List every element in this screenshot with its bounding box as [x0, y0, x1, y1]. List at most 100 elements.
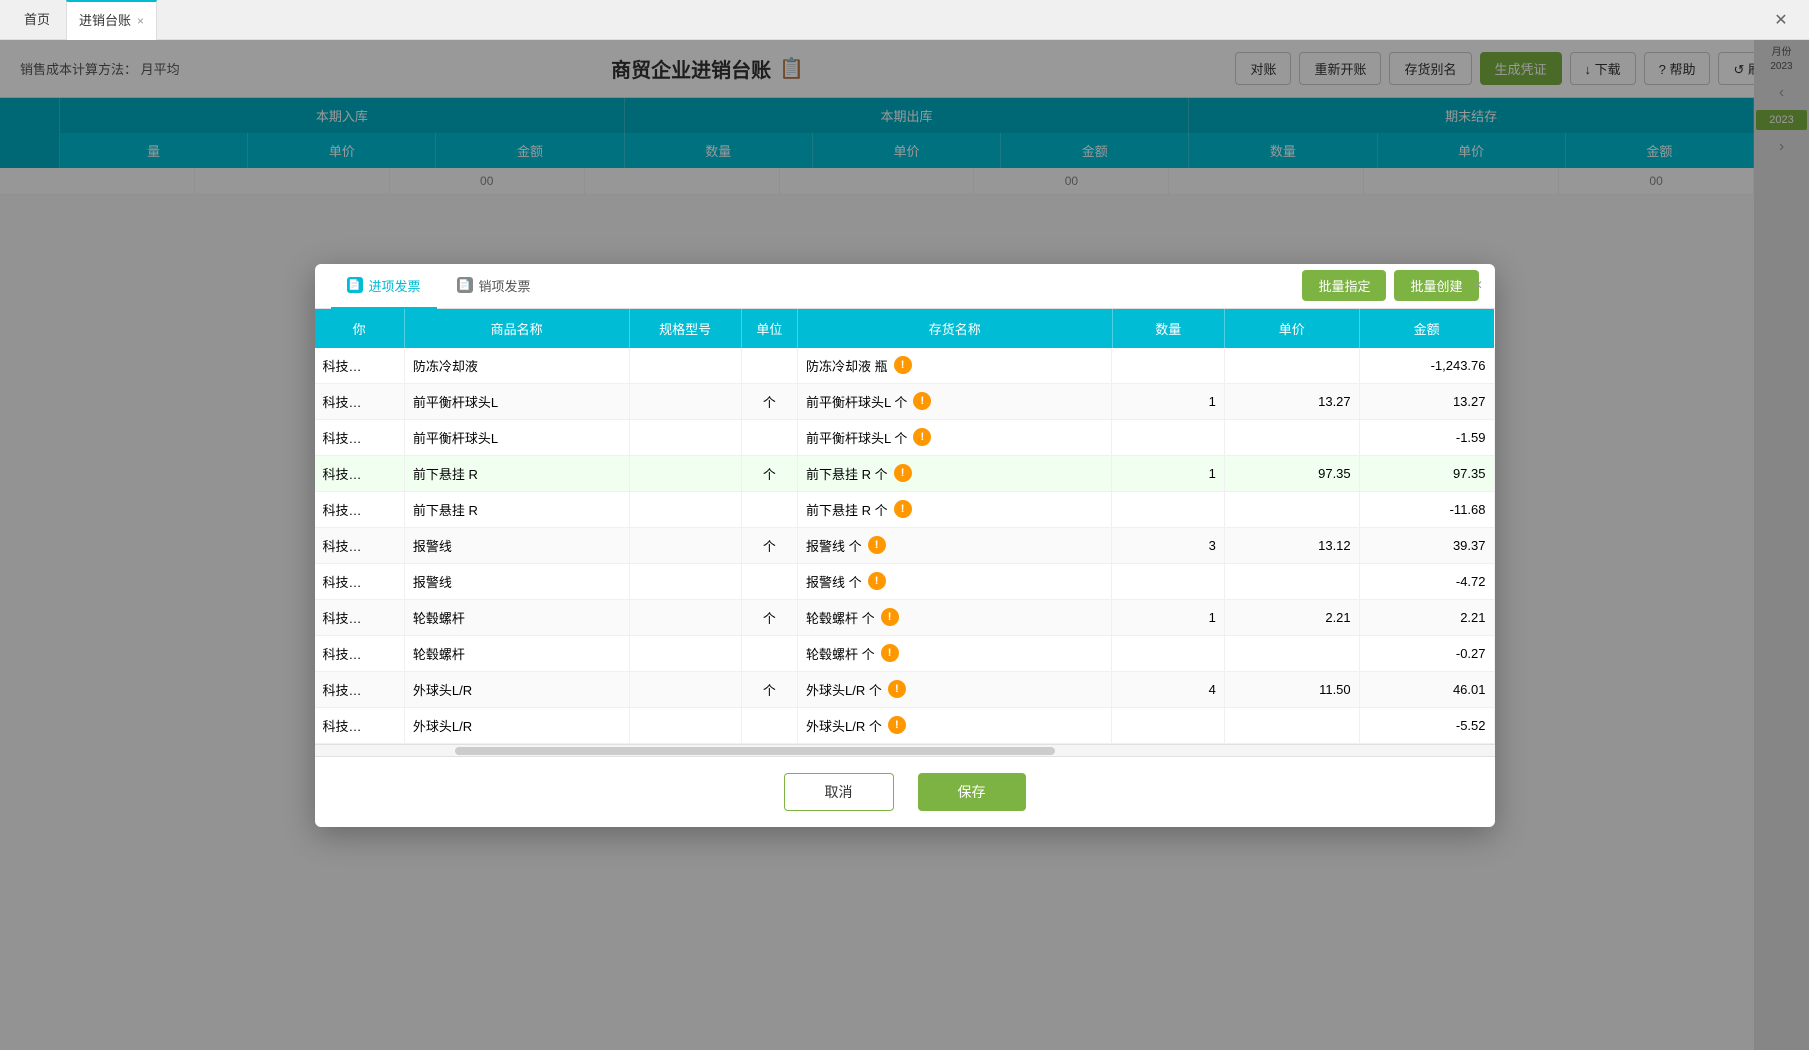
col-header-inventory-name: 存货名称 [798, 309, 1113, 348]
warning-icon: ! [881, 608, 899, 626]
scrollbar-thumb[interactable] [455, 747, 1055, 755]
cell-product-name: 防冻冷却液 [404, 348, 629, 384]
cell-price: 13.12 [1224, 527, 1359, 563]
cell-supplier: 科技… [315, 491, 405, 527]
tab-bar: 首页 进销台账 × ✕ [0, 0, 1809, 40]
incoming-invoice-icon: 📄 [347, 277, 363, 293]
cell-unit: 个 [741, 383, 797, 419]
cancel-button[interactable]: 取消 [784, 773, 894, 811]
warning-icon: ! [868, 572, 886, 590]
cell-supplier: 科技… [315, 563, 405, 599]
tab-incoming-label: 进项发票 [369, 276, 421, 295]
cell-product-name: 前平衡杆球头L [404, 419, 629, 455]
col-header-amount: 金额 [1359, 309, 1494, 348]
tab-outgoing-label: 销项发票 [479, 276, 531, 295]
cell-unit: 个 [741, 527, 797, 563]
cell-product-name: 轮毂螺杆 [404, 635, 629, 671]
cell-price: 13.27 [1224, 383, 1359, 419]
col-header-qty: 数量 [1112, 309, 1224, 348]
cell-qty [1112, 707, 1224, 743]
modal-header-actions: 批量指定 批量创建 [1302, 270, 1478, 301]
cell-spec [629, 348, 741, 384]
warning-icon: ! [894, 464, 912, 482]
cell-price [1224, 707, 1359, 743]
table-row: 科技…前平衡杆球头L个前平衡杆球头L 个!113.2713.27 [315, 383, 1495, 419]
cell-unit [741, 707, 797, 743]
cell-unit [741, 419, 797, 455]
modal-header: 📄 进项发票 📄 销项发票 批量指定 批量创建 × [315, 264, 1495, 309]
col-header-spec: 规格型号 [629, 309, 741, 348]
cell-spec [629, 491, 741, 527]
cell-qty [1112, 491, 1224, 527]
modal-footer: 取消 保存 [315, 756, 1495, 827]
cell-amount: -11.68 [1359, 491, 1494, 527]
tab-incoming-invoice[interactable]: 📄 进项发票 [331, 264, 437, 309]
window-close-button[interactable]: ✕ [1761, 0, 1801, 40]
tab-home[interactable]: 首页 [8, 0, 66, 40]
cell-supplier: 科技… [315, 527, 405, 563]
cell-qty [1112, 635, 1224, 671]
col-header-unit: 单位 [741, 309, 797, 348]
tab-outgoing-invoice[interactable]: 📄 销项发票 [441, 264, 547, 309]
cell-inventory-name: 报警线 个! [798, 528, 1112, 563]
cell-product-name: 前平衡杆球头L [404, 383, 629, 419]
cell-supplier: 科技… [315, 671, 405, 707]
warning-icon: ! [888, 716, 906, 734]
cell-unit [741, 635, 797, 671]
batch-assign-button[interactable]: 批量指定 [1302, 270, 1386, 301]
cell-unit [741, 563, 797, 599]
table-row: 科技…防冻冷却液防冻冷却液 瓶!-1,243.76 [315, 348, 1495, 384]
cell-inventory-name: 前下悬挂 R 个! [798, 456, 1112, 491]
cell-price: 11.50 [1224, 671, 1359, 707]
table-row: 科技…前平衡杆球头L前平衡杆球头L 个!-1.59 [315, 419, 1495, 455]
cell-inventory-name: 轮毂螺杆 个! [798, 600, 1112, 635]
col-header-supplier: 你 [315, 309, 405, 348]
outgoing-invoice-icon: 📄 [457, 277, 473, 293]
cell-inventory-name: 外球头L/R 个! [798, 672, 1112, 707]
cell-unit: 个 [741, 671, 797, 707]
cell-qty [1112, 563, 1224, 599]
cell-price [1224, 635, 1359, 671]
batch-create-button[interactable]: 批量创建 [1394, 270, 1478, 301]
main-area: 销售成本计算方法： 月平均 商贸企业进销台账 📋 对账 重新开账 存货别名 生成… [0, 40, 1809, 1050]
tab-active[interactable]: 进销台账 × [66, 0, 157, 40]
warning-icon: ! [881, 644, 899, 662]
save-button[interactable]: 保存 [918, 773, 1026, 811]
modal-horizontal-scrollbar[interactable] [315, 744, 1495, 756]
cell-spec [629, 527, 741, 563]
modal-close-button[interactable]: × [1473, 278, 1482, 294]
warning-icon: ! [913, 428, 931, 446]
cell-supplier: 科技… [315, 348, 405, 384]
cell-inventory-name: 防冻冷却液 瓶! [798, 348, 1112, 383]
cell-product-name: 报警线 [404, 563, 629, 599]
cell-unit [741, 491, 797, 527]
cell-qty: 1 [1112, 383, 1224, 419]
cell-spec [629, 455, 741, 491]
cell-inventory-name: 轮毂螺杆 个! [798, 636, 1112, 671]
tab-close-icon[interactable]: × [137, 1, 144, 41]
cell-qty [1112, 419, 1224, 455]
cell-amount: -4.72 [1359, 563, 1494, 599]
cell-supplier: 科技… [315, 455, 405, 491]
cell-price: 2.21 [1224, 599, 1359, 635]
warning-icon: ! [894, 356, 912, 374]
cell-amount: 13.27 [1359, 383, 1494, 419]
cell-amount: -1.59 [1359, 419, 1494, 455]
cell-qty: 1 [1112, 455, 1224, 491]
cell-amount: 97.35 [1359, 455, 1494, 491]
table-row: 科技…前下悬挂 R前下悬挂 R 个!-11.68 [315, 491, 1495, 527]
col-header-product-name: 商品名称 [404, 309, 629, 348]
cell-unit: 个 [741, 599, 797, 635]
cell-amount: 2.21 [1359, 599, 1494, 635]
table-row: 科技…轮毂螺杆 轮毂螺杆 个! -0.27 [315, 635, 1495, 671]
table-row: 科技…外球头L/R外球头L/R 个!-5.52 [315, 707, 1495, 743]
cell-unit: 个 [741, 455, 797, 491]
cell-product-name: 前下悬挂 R [404, 455, 629, 491]
cell-spec [629, 419, 741, 455]
cell-supplier: 科技… [315, 419, 405, 455]
modal-backdrop: 📄 进项发票 📄 销项发票 批量指定 批量创建 × [0, 40, 1809, 1050]
cell-spec [629, 563, 741, 599]
cell-amount: 39.37 [1359, 527, 1494, 563]
cell-supplier: 科技… [315, 635, 405, 671]
cell-amount: -0.27 [1359, 635, 1494, 671]
